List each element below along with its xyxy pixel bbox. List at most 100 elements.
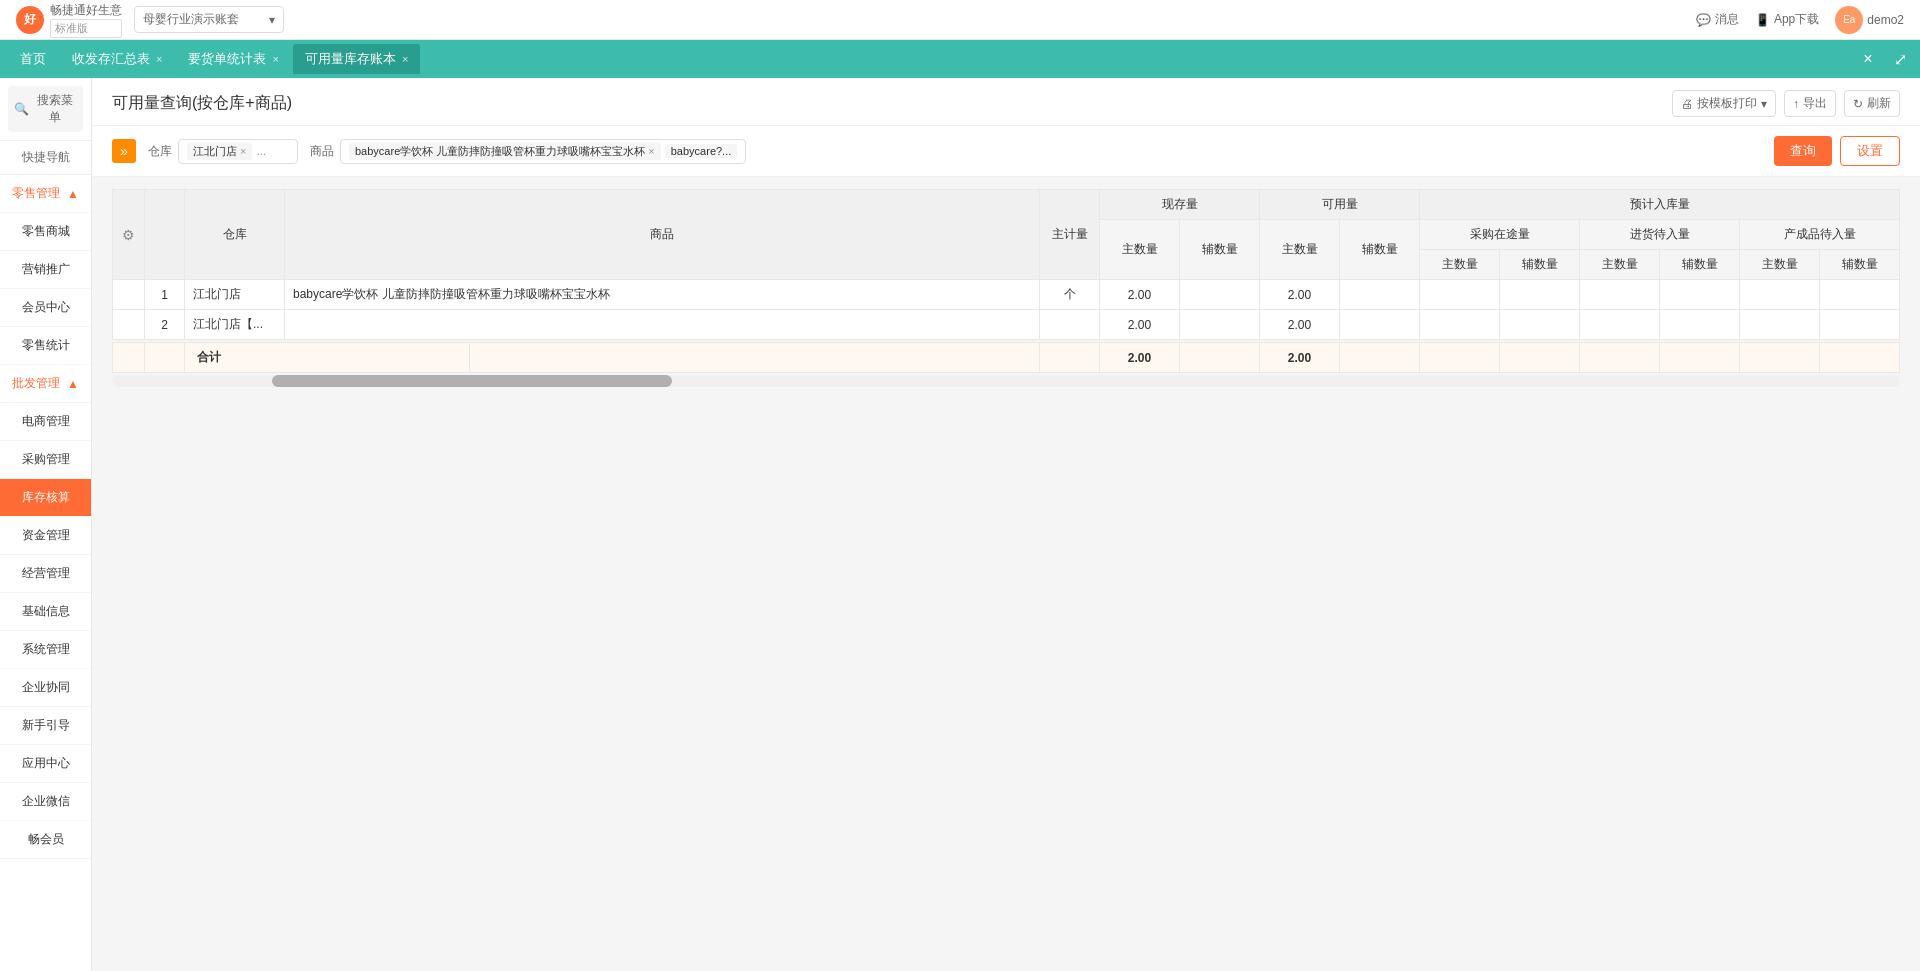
tab-close-available[interactable]: ×: [402, 53, 408, 65]
warehouse-tag-close[interactable]: ×: [240, 145, 246, 157]
sidebar-item-app-center[interactable]: 应用中心: [0, 745, 91, 783]
sidebar-item-members[interactable]: 会员中心: [0, 289, 91, 327]
print-template-button[interactable]: 🖨 按模板打印 ▾: [1672, 90, 1776, 117]
scroll-thumb[interactable]: [272, 375, 672, 387]
tab-close-receipt[interactable]: ×: [156, 53, 162, 65]
tab-close-all-button[interactable]: ×: [1856, 47, 1880, 71]
col-gear-header: ⚙: [113, 190, 145, 280]
chevron-down-icon: ▾: [269, 13, 275, 27]
row-no: 1: [145, 280, 185, 310]
footer-gear-cell: [113, 343, 145, 373]
industry-select[interactable]: 母婴行业演示账套 ▾: [134, 6, 284, 33]
sidebar: 🔍 搜索菜单 快捷导航 零售管理 ▲ 零售商城 营销推广 会员中心 零售统计 批…: [0, 78, 92, 971]
table-row: 1 江北门店 babycare学饮杯 儿童防摔防撞吸管杯重力球吸嘴杯宝宝水杯 个…: [113, 280, 1900, 310]
row-production-aux: [1820, 310, 1900, 340]
sidebar-item-retail-stats[interactable]: 零售统计: [0, 327, 91, 365]
row-stock-aux: [1180, 280, 1260, 310]
sidebar-item-purchase[interactable]: 采购管理: [0, 441, 91, 479]
logo-text: 畅捷通好生意: [50, 2, 122, 19]
main-layout: 🔍 搜索菜单 快捷导航 零售管理 ▲ 零售商城 营销推广 会员中心 零售统计 批…: [0, 78, 1920, 971]
table-area: ⚙ 仓库 商品 主计量 现存量 可用量 预计入库量 主数量 辅数: [92, 177, 1920, 399]
footer-production-main: [1740, 343, 1820, 373]
footer-incoming-aux: [1660, 343, 1740, 373]
logo-area: 好 畅捷通好生意 标准版: [16, 2, 122, 38]
footer-table: 合计 2.00 2.00: [112, 342, 1900, 373]
row-available-main: 2.00: [1260, 280, 1340, 310]
sidebar-item-enterprise-wechat[interactable]: 企业微信: [0, 783, 91, 821]
col-purchase-aux-header: 辅数量: [1500, 250, 1580, 280]
footer-stock-main: 2.00: [1100, 343, 1180, 373]
user-area[interactable]: Ea demo2: [1835, 6, 1904, 34]
row-gear: [113, 310, 145, 340]
table-body: 1 江北门店 babycare学饮杯 儿童防摔防撞吸管杯重力球吸嘴杯宝宝水杯 个…: [113, 280, 1900, 340]
sidebar-item-basic-info[interactable]: 基础信息: [0, 593, 91, 631]
sidebar-item-retail-store[interactable]: 零售商城: [0, 213, 91, 251]
sidebar-item-enterprise[interactable]: 企业协同: [0, 669, 91, 707]
sidebar-item-marketing[interactable]: 营销推广: [0, 251, 91, 289]
message-button[interactable]: 💬 消息: [1696, 11, 1739, 28]
query-button[interactable]: 查询: [1774, 136, 1832, 166]
row-available-aux: [1340, 280, 1420, 310]
col-stock-aux-header: 辅数量: [1180, 220, 1260, 280]
filter-area: » 仓库 江北门店 × ... 商品 babycare学饮杯 儿童防摔防撞吸管杯…: [92, 126, 1920, 177]
product-filter: 商品 babycare学饮杯 儿童防摔防撞吸管杯重力球吸嘴杯宝宝水杯 × bab…: [310, 139, 746, 164]
footer-incoming-main: [1580, 343, 1660, 373]
data-table: ⚙ 仓库 商品 主计量 现存量 可用量 预计入库量 主数量 辅数: [112, 189, 1900, 340]
warehouse-tag-jiangbei: 江北门店 ×: [187, 143, 252, 160]
sidebar-item-inventory[interactable]: 库存核算: [0, 479, 91, 517]
footer-product-cell: [470, 343, 1040, 373]
sidebar-item-operations[interactable]: 经营管理: [0, 555, 91, 593]
sidebar-item-newcomer[interactable]: 新手引导: [0, 707, 91, 745]
filter-toggle-button[interactable]: »: [112, 139, 136, 163]
table-row: 2 江北门店【... 2.00 2.00: [113, 310, 1900, 340]
col-forecast-header: 预计入库量: [1420, 190, 1900, 220]
tab-close-order[interactable]: ×: [272, 53, 278, 65]
settings-button[interactable]: 设置: [1840, 136, 1900, 166]
row-product: babycare学饮杯 儿童防摔防撞吸管杯重力球吸嘴杯宝宝水杯: [285, 280, 1040, 310]
warehouse-label: 仓库: [148, 143, 172, 160]
row-purchase-aux: [1500, 280, 1580, 310]
search-icon: 🔍: [14, 102, 29, 116]
row-incoming-main: [1580, 280, 1660, 310]
col-available-main-header: 主数量: [1260, 220, 1340, 280]
col-stock-main-header: 主数量: [1100, 220, 1180, 280]
refresh-button[interactable]: ↻ 刷新: [1844, 90, 1900, 117]
row-product: [285, 310, 1040, 340]
tab-home[interactable]: 首页: [8, 44, 58, 74]
filter-actions: 查询 设置: [1774, 136, 1900, 166]
col-incoming-main-header: 主数量: [1580, 250, 1660, 280]
product-label: 商品: [310, 143, 334, 160]
sidebar-search-area: 🔍 搜索菜单: [0, 78, 91, 141]
sidebar-item-finance[interactable]: 资金管理: [0, 517, 91, 555]
tab-expand-button[interactable]: ⤢: [1888, 47, 1912, 71]
sidebar-item-member-vip[interactable]: 畅会员: [0, 821, 91, 859]
search-menu-button[interactable]: 🔍 搜索菜单: [8, 86, 83, 132]
col-unit-header: 主计量: [1040, 190, 1100, 280]
col-product-header: 商品: [285, 190, 1040, 280]
row-purchase-aux: [1500, 310, 1580, 340]
warehouse-tag-input[interactable]: 江北门店 × ...: [178, 139, 298, 164]
tab-available-stock[interactable]: 可用量库存账本 ×: [293, 44, 420, 74]
tab-receipt-summary[interactable]: 收发存汇总表 ×: [60, 44, 174, 74]
sidebar-item-system[interactable]: 系统管理: [0, 631, 91, 669]
gear-icon[interactable]: ⚙: [122, 227, 135, 243]
product-tag-1-close[interactable]: ×: [648, 145, 654, 157]
sidebar-item-retail-management[interactable]: 零售管理 ▲: [0, 175, 91, 213]
row-no: 2: [145, 310, 185, 340]
quick-nav-button[interactable]: 快捷导航: [0, 141, 91, 175]
footer-purchase-aux: [1500, 343, 1580, 373]
footer-no-cell: [145, 343, 185, 373]
tab-order-stats[interactable]: 要货单统计表 ×: [176, 44, 290, 74]
warehouse-ellipsis[interactable]: ...: [256, 144, 266, 158]
export-button[interactable]: ↑ 导出: [1784, 90, 1836, 117]
scroll-track: [112, 375, 1900, 387]
sidebar-item-wholesale-management[interactable]: 批发管理 ▲: [0, 365, 91, 403]
chevron-icon-wholesale: ▲: [67, 377, 79, 391]
product-tag-input[interactable]: babycare学饮杯 儿童防摔防撞吸管杯重力球吸嘴杯宝宝水杯 × babyca…: [340, 139, 746, 164]
export-icon: ↑: [1793, 97, 1799, 111]
table-scroll[interactable]: ⚙ 仓库 商品 主计量 现存量 可用量 预计入库量 主数量 辅数: [112, 189, 1900, 340]
app-download-button[interactable]: 📱 App下载: [1755, 11, 1819, 28]
row-stock-main: 2.00: [1100, 310, 1180, 340]
top-bar: 好 畅捷通好生意 标准版 母婴行业演示账套 ▾ 💬 消息 📱 App下载 Ea …: [0, 0, 1920, 40]
sidebar-item-ecommerce[interactable]: 电商管理: [0, 403, 91, 441]
